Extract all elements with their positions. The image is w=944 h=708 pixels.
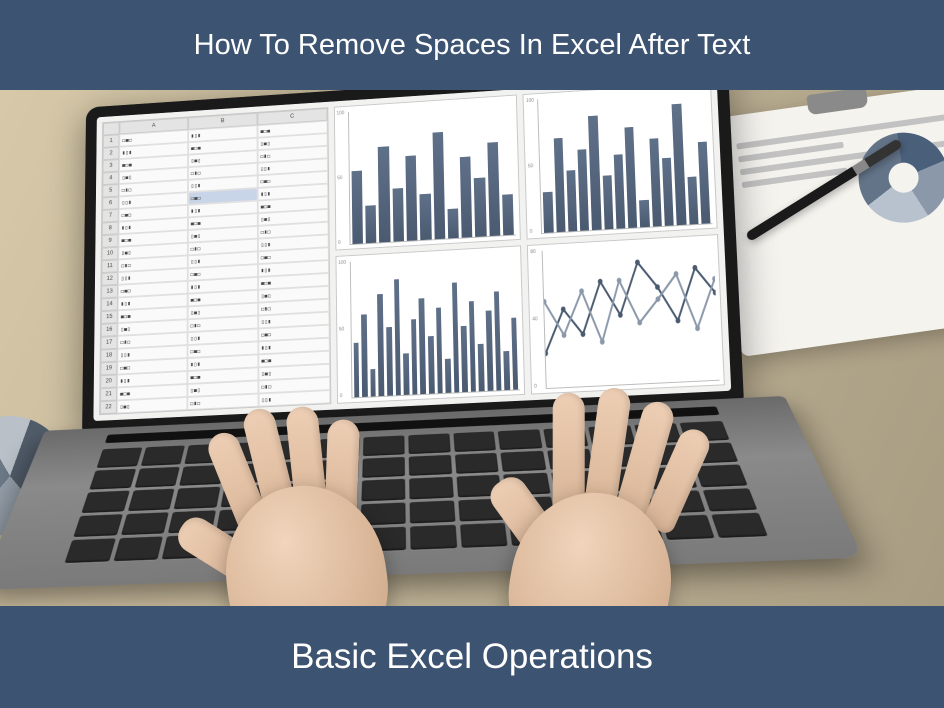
- laptop-screen: ABC1◻◼◻▮▯▮◼◻◼2▮▯▮◼◻◼▯◼▯3◼◻◼▯◼▯◻▮◻4▯◼▯◻▮◻…: [93, 90, 731, 421]
- bar-chart-1: 100500: [334, 95, 522, 251]
- bar-chart-2: 100500: [523, 90, 718, 239]
- bottom-banner: Basic Excel Operations: [0, 606, 944, 708]
- line-chart: 80400: [527, 234, 725, 394]
- charts-area: 100500 100500 100500 80400: [334, 90, 725, 404]
- top-banner-title: How To Remove Spaces In Excel After Text: [194, 29, 751, 62]
- spreadsheet-grid: ABC1◻◼◻▮▯▮◼◻◼2▮▯▮◼◻◼▯◼▯3◼◻◼▯◼▯◻▮◻4▯◼▯◻▮◻…: [99, 107, 331, 415]
- hero-scene: ABC1◻◼◻▮▯▮◼◻◼2▮▯▮◼◻◼▯◼▯3◼◻◼▯◼▯◻▮◻4▯◼▯◻▮◻…: [0, 90, 944, 606]
- bottom-banner-title: Basic Excel Operations: [291, 637, 653, 677]
- top-banner: How To Remove Spaces In Excel After Text: [0, 0, 944, 90]
- laptop-screen-frame: ABC1◻◼◻▮▯▮◼◻◼2▮▯▮◼◻◼▯◼▯3◼◻◼▯◼▯◻▮◻4▯◼▯◻▮◻…: [82, 90, 744, 433]
- hand-left: [162, 381, 437, 606]
- bar-chart-3: 100500: [335, 245, 525, 403]
- clipboard-clip: [806, 90, 868, 115]
